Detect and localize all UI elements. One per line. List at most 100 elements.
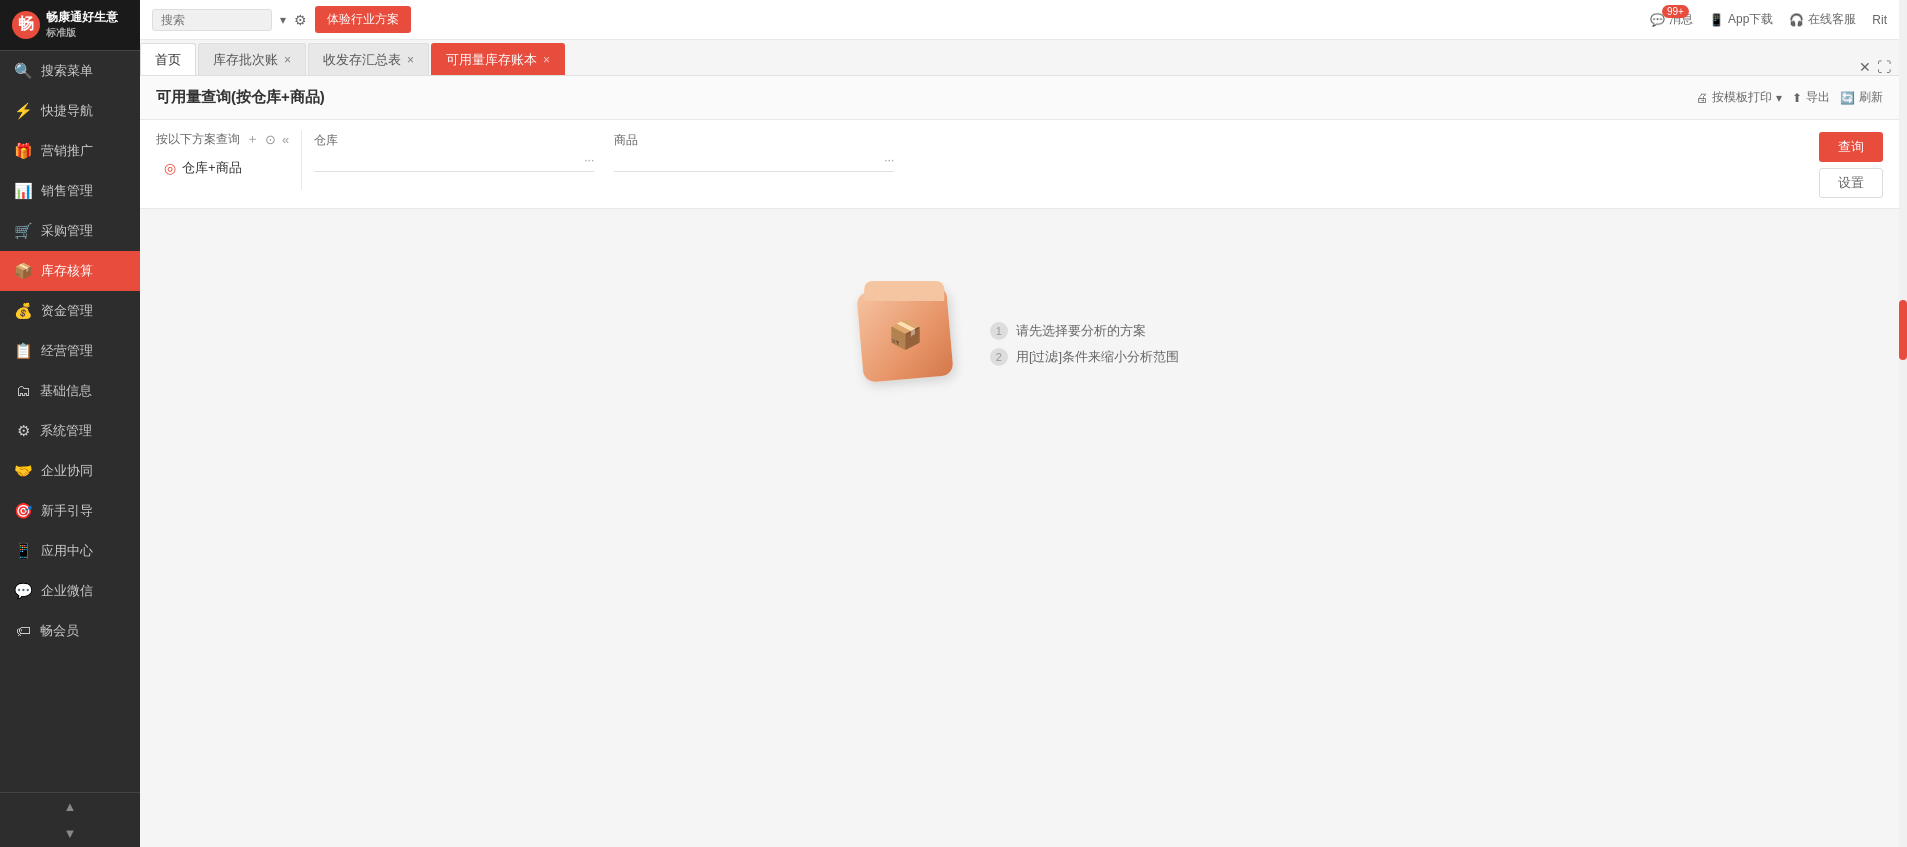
sidebar-item-inventory[interactable]: 📦 库存核算 (0, 251, 140, 291)
sidebar-item-purchase[interactable]: 🛒 采购管理 (0, 211, 140, 251)
app-download-btn[interactable]: 📱 App下载 (1709, 11, 1773, 28)
topbar: ▾ ⚙ 体验行业方案 💬 消息 99+ 📱 App下载 🎧 在线客服 Rit (140, 0, 1899, 40)
add-scheme-icon[interactable]: ＋ (246, 130, 259, 148)
export-icon: ⬆ (1792, 91, 1802, 105)
filter-fields: 仓库 ··· 商品 ··· (314, 130, 1799, 172)
sidebar-label-operations: 经营管理 (41, 342, 93, 360)
tab-available-label: 可用量库存账本 (446, 51, 537, 69)
scrollbar-thumb (1899, 300, 1907, 360)
app-logo: 畅 畅康通好生意 标准版 (0, 0, 140, 51)
message-badge: 99+ (1662, 5, 1689, 18)
scheme-item-icon: ◎ (164, 160, 176, 176)
sidebar-item-wechat[interactable]: 💬 企业微信 (0, 571, 140, 611)
tab-summary-close[interactable]: × (407, 53, 414, 67)
tabs-end-controls: ✕ ⛶ (1859, 59, 1899, 75)
sidebar-scroll-down[interactable]: ▼ (0, 820, 140, 847)
edit-scheme-icon[interactable]: ⊙ (265, 132, 276, 147)
export-btn[interactable]: ⬆ 导出 (1792, 89, 1830, 106)
sidebar-label-sales: 销售管理 (41, 182, 93, 200)
sidebar-item-marketing[interactable]: 🎁 营销推广 (0, 131, 140, 171)
scheme-item-label: 仓库+商品 (182, 159, 242, 177)
topbar-search-input[interactable] (152, 9, 272, 31)
settings-button[interactable]: 设置 (1819, 168, 1883, 198)
maximize-icon[interactable]: ⛶ (1877, 59, 1891, 75)
sidebar-item-appstore[interactable]: 📱 应用中心 (0, 531, 140, 571)
tab-batch-close[interactable]: × (284, 53, 291, 67)
sidebar-label-marketing: 营销推广 (41, 142, 93, 160)
export-label: 导出 (1806, 89, 1830, 106)
empty-box-icon: 📦 (856, 285, 954, 383)
tab-batch[interactable]: 库存批次账 × (198, 43, 306, 75)
tabs-bar: 首页 库存批次账 × 收发存汇总表 × 可用量库存账本 × ✕ ⛶ (140, 40, 1899, 76)
tip-num-2: 2 (990, 348, 1008, 366)
service-icon: 🎧 (1789, 13, 1804, 27)
sidebar-item-finance[interactable]: 💰 资金管理 (0, 291, 140, 331)
filter-divider (301, 130, 302, 190)
sidebar-label-basics: 基础信息 (40, 382, 92, 400)
user-name: Rit (1872, 13, 1887, 27)
collapse-icon[interactable]: « (282, 132, 289, 147)
print-btn[interactable]: 🖨 按模板打印 ▾ (1696, 89, 1782, 106)
gear-icon[interactable]: ⚙ (294, 12, 307, 28)
empty-tip-2: 2 用[过滤]条件来缩小分析范围 (990, 348, 1179, 366)
sidebar-item-newbie[interactable]: 🎯 新手引导 (0, 491, 140, 531)
service-btn[interactable]: 🎧 在线客服 (1789, 11, 1856, 28)
sales-icon: 📊 (14, 182, 33, 200)
sidebar-item-system[interactable]: ⚙ 系统管理 (0, 411, 140, 451)
main-area: ▾ ⚙ 体验行业方案 💬 消息 99+ 📱 App下载 🎧 在线客服 Rit (140, 0, 1899, 847)
message-btn[interactable]: 💬 消息 99+ (1650, 11, 1693, 28)
tab-summary[interactable]: 收发存汇总表 × (308, 43, 429, 75)
dropdown-chevron-icon[interactable]: ▾ (280, 13, 286, 27)
tip-text-2: 用[过滤]条件来缩小分析范围 (1016, 348, 1179, 366)
refresh-btn[interactable]: 🔄 刷新 (1840, 89, 1883, 106)
tab-home[interactable]: 首页 (140, 43, 196, 75)
page-title: 可用量查询(按仓库+商品) (156, 88, 325, 107)
query-button[interactable]: 查询 (1819, 132, 1883, 162)
filter-section: 按以下方案查询 ＋ ⊙ « ◎ 仓库+商品 仓库 ··· (140, 120, 1899, 209)
logo-icon: 畅 (12, 11, 40, 39)
warehouse-more-btn[interactable]: ··· (584, 153, 594, 167)
right-scrollbar[interactable] (1899, 0, 1907, 847)
refresh-icon: 🔄 (1840, 91, 1855, 105)
basics-icon: 🗂 (14, 382, 32, 399)
sidebar: 畅 畅康通好生意 标准版 🔍 搜索菜单 ⚡ 快捷导航 🎁 营销推广 📊 销售管理… (0, 0, 140, 847)
empty-illustration: 📦 (860, 289, 950, 379)
sidebar-item-search[interactable]: 🔍 搜索菜单 (0, 51, 140, 91)
product-more-btn[interactable]: ··· (884, 153, 894, 167)
empty-tips: 1 请先选择要分析的方案 2 用[过滤]条件来缩小分析范围 (990, 322, 1179, 366)
service-label: 在线客服 (1808, 11, 1856, 28)
sidebar-item-sales[interactable]: 📊 销售管理 (0, 171, 140, 211)
sidebar-label-wechat: 企业微信 (41, 582, 93, 600)
close-tab-icon[interactable]: ✕ (1859, 59, 1871, 75)
industry-btn[interactable]: 体验行业方案 (315, 6, 411, 33)
sidebar-label-purchase: 采购管理 (41, 222, 93, 240)
sidebar-label-shortcut: 快捷导航 (41, 102, 93, 120)
scheme-item-warehouse[interactable]: ◎ 仓库+商品 (156, 154, 289, 182)
user-menu[interactable]: Rit (1872, 13, 1887, 27)
sidebar-item-enterprise[interactable]: 🤝 企业协同 (0, 451, 140, 491)
sidebar-label-finance: 资金管理 (41, 302, 93, 320)
sidebar-nav: 🔍 搜索菜单 ⚡ 快捷导航 🎁 营销推广 📊 销售管理 🛒 采购管理 📦 库存核… (0, 51, 140, 792)
marketing-icon: 🎁 (14, 142, 33, 160)
sidebar-item-basics[interactable]: 🗂 基础信息 (0, 371, 140, 411)
sidebar-item-shortcut[interactable]: ⚡ 快捷导航 (0, 91, 140, 131)
enterprise-icon: 🤝 (14, 462, 33, 480)
tab-available-close[interactable]: × (543, 53, 550, 67)
box-face-icon: 📦 (887, 318, 922, 351)
app-name: 畅康通好生意 (46, 10, 118, 26)
empty-state: 📦 1 请先选择要分析的方案 2 用[过滤]条件来缩小分析范围 (140, 289, 1899, 399)
page-actions: 🖨 按模板打印 ▾ ⬆ 导出 🔄 刷新 (1696, 89, 1883, 106)
shortcut-icon: ⚡ (14, 102, 33, 120)
sidebar-item-operations[interactable]: 📋 经营管理 (0, 331, 140, 371)
appstore-icon: 📱 (14, 542, 33, 560)
app-label: App下载 (1728, 11, 1773, 28)
page-content: 可用量查询(按仓库+商品) 🖨 按模板打印 ▾ ⬆ 导出 🔄 刷新 (140, 76, 1899, 847)
sidebar-item-member[interactable]: 🏷 畅会员 (0, 611, 140, 651)
topbar-right: 💬 消息 99+ 📱 App下载 🎧 在线客服 Rit (1650, 11, 1887, 28)
newbie-icon: 🎯 (14, 502, 33, 520)
sidebar-scroll-up[interactable]: ▲ (0, 792, 140, 820)
empty-tip-1: 1 请先选择要分析的方案 (990, 322, 1179, 340)
tab-available[interactable]: 可用量库存账本 × (431, 43, 565, 75)
warehouse-input-row: ··· (314, 153, 594, 172)
filter-scheme-col: 按以下方案查询 ＋ ⊙ « ◎ 仓库+商品 (156, 130, 289, 182)
